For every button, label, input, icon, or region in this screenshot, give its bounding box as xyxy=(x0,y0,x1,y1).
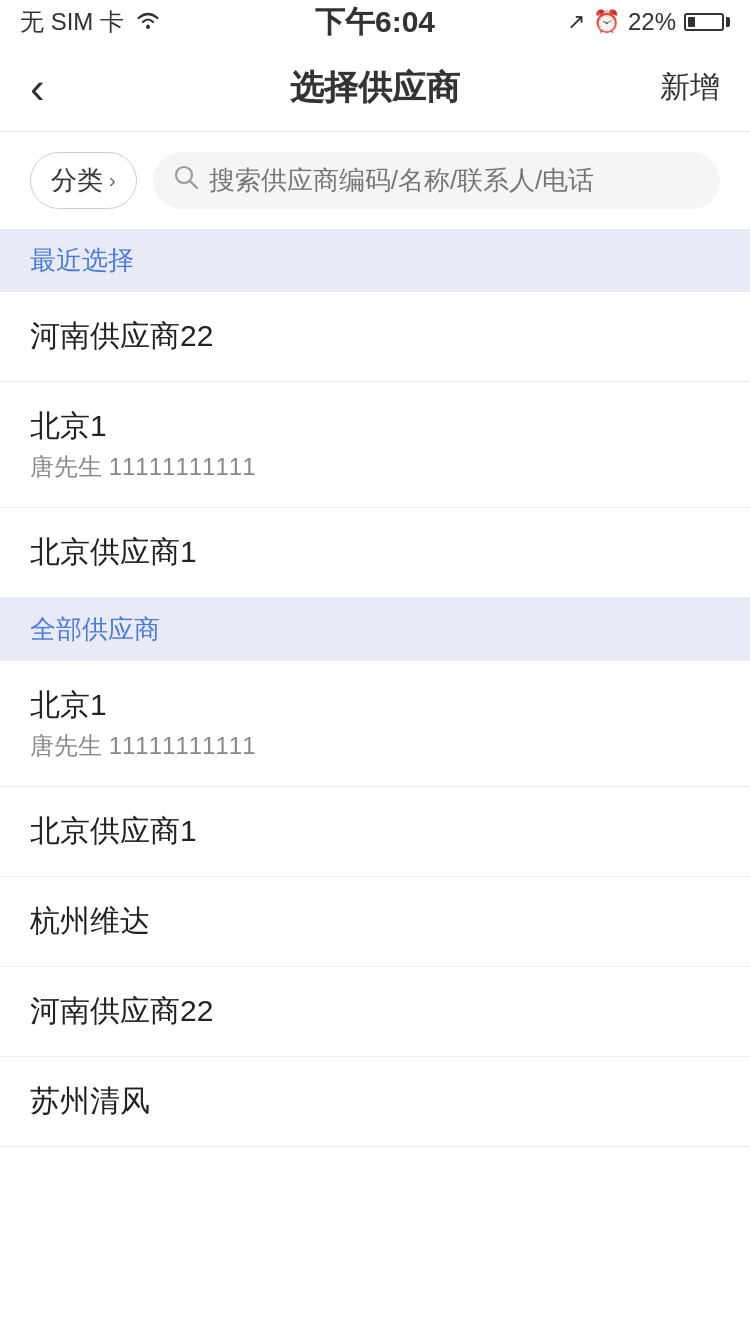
page-title: 选择供应商 xyxy=(290,65,460,111)
recent-section-header: 最近选择 xyxy=(0,229,750,292)
location-icon: ↗ xyxy=(567,9,585,35)
list-item[interactable]: 北京1 唐先生 11111111111 xyxy=(0,382,750,508)
item-name: 北京供应商1 xyxy=(30,532,720,573)
svg-point-1 xyxy=(176,167,192,183)
status-bar: 无 SIM 卡 下午6:04 ↗ ⏰ 22% xyxy=(0,0,750,44)
item-sub: 唐先生 11111111111 xyxy=(30,730,720,762)
item-name: 北京1 xyxy=(30,406,720,447)
item-name: 北京供应商1 xyxy=(30,811,720,852)
status-right: ↗ ⏰ 22% xyxy=(567,8,730,36)
status-time: 下午6:04 xyxy=(315,2,435,43)
all-section-header: 全部供应商 xyxy=(0,598,750,661)
category-label: 分类 xyxy=(51,163,103,198)
list-item[interactable]: 北京1 唐先生 11111111111 xyxy=(0,661,750,787)
status-left: 无 SIM 卡 xyxy=(20,6,162,38)
chevron-right-icon: › xyxy=(109,169,116,192)
list-item[interactable]: 北京供应商1 xyxy=(0,787,750,877)
item-name: 河南供应商22 xyxy=(30,991,720,1032)
item-name: 杭州维达 xyxy=(30,901,720,942)
category-filter-button[interactable]: 分类 › xyxy=(30,152,137,209)
recent-section-label: 最近选择 xyxy=(30,245,134,275)
search-box xyxy=(153,152,720,209)
wifi-icon xyxy=(134,8,162,36)
add-button[interactable]: 新增 xyxy=(660,67,720,108)
nav-bar: ‹ 选择供应商 新增 xyxy=(0,44,750,132)
item-name: 河南供应商22 xyxy=(30,316,720,357)
alarm-icon: ⏰ xyxy=(593,9,620,35)
list-item[interactable]: 杭州维达 xyxy=(0,877,750,967)
filter-bar: 分类 › xyxy=(0,132,750,229)
svg-line-2 xyxy=(190,182,197,189)
battery-percentage: 22% xyxy=(628,8,676,36)
battery-icon xyxy=(684,13,730,31)
item-name: 苏州清风 xyxy=(30,1081,720,1122)
all-section-label: 全部供应商 xyxy=(30,614,160,644)
list-item[interactable]: 北京供应商1 xyxy=(0,508,750,598)
search-input[interactable] xyxy=(209,165,700,196)
item-name: 北京1 xyxy=(30,685,720,726)
recent-list: 河南供应商22 北京1 唐先生 11111111111 北京供应商1 xyxy=(0,292,750,598)
list-item[interactable]: 河南供应商22 xyxy=(0,967,750,1057)
all-list: 北京1 唐先生 11111111111 北京供应商1 杭州维达 河南供应商22 … xyxy=(0,661,750,1147)
carrier-label: 无 SIM 卡 xyxy=(20,6,124,38)
svg-point-0 xyxy=(146,25,150,29)
item-sub: 唐先生 11111111111 xyxy=(30,451,720,483)
back-button[interactable]: ‹ xyxy=(30,63,90,113)
search-icon xyxy=(173,164,199,197)
list-item[interactable]: 苏州清风 xyxy=(0,1057,750,1147)
list-item[interactable]: 河南供应商22 xyxy=(0,292,750,382)
